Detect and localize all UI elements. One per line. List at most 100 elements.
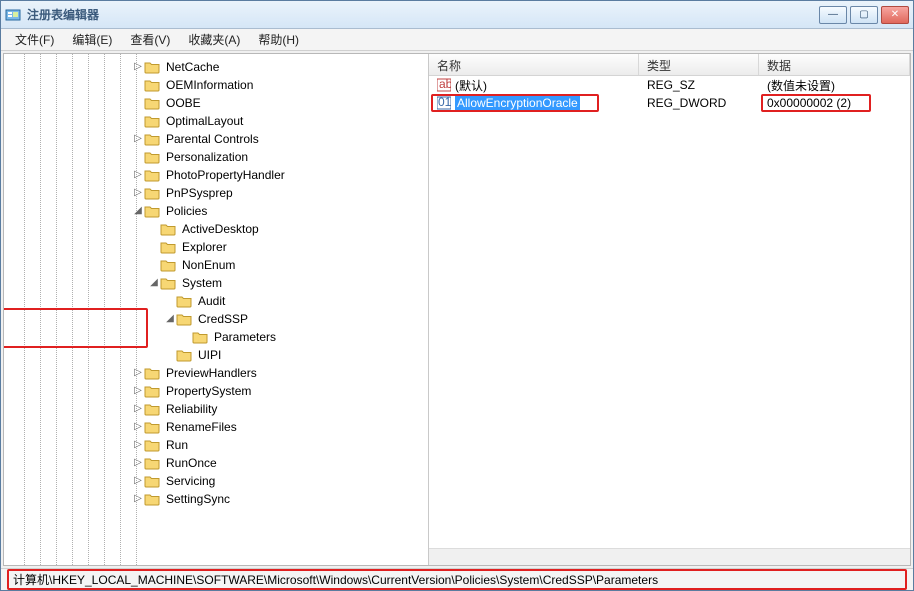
tree-node[interactable]: ▷ Parental Controls [4, 130, 428, 148]
tree-node[interactable]: ◢CredSSP [4, 310, 428, 328]
value-name: AllowEncryptionOracle [455, 96, 580, 110]
minimize-button[interactable]: — [819, 6, 847, 24]
tree-node[interactable]: ▷ Run [4, 436, 428, 454]
folder-icon [160, 276, 176, 290]
tree-label: Audit [196, 292, 227, 310]
tree-node[interactable]: OEMInformation [4, 76, 428, 94]
tree-label: OEMInformation [164, 76, 255, 94]
expand-icon[interactable]: ▷ [132, 364, 144, 382]
tree-node[interactable]: ▷NetCache [4, 58, 428, 76]
list-pane: 名称 类型 数据 (默认)REG_SZ(数值未设置)AllowEncryptio… [429, 54, 910, 565]
tree-node[interactable]: ▷ Servicing [4, 472, 428, 490]
folder-icon [144, 474, 160, 488]
tree-node[interactable]: ActiveDesktop [4, 220, 428, 238]
list-body[interactable]: (默认)REG_SZ(数值未设置)AllowEncryptionOracleRE… [429, 76, 910, 548]
tree-node[interactable]: ▷ Reliability [4, 400, 428, 418]
tree-node[interactable]: OOBE [4, 94, 428, 112]
menubar: 文件(F) 编辑(E) 查看(V) 收藏夹(A) 帮助(H) [1, 29, 913, 51]
folder-icon [144, 438, 160, 452]
tree-label: Run [164, 436, 190, 454]
col-header-data[interactable]: 数据 [759, 54, 910, 75]
tree-label: PhotoPropertyHandler [164, 166, 287, 184]
tree-node[interactable]: Personalization [4, 148, 428, 166]
client-area: ▷NetCacheOEMInformationOOBEOptimalLayout… [3, 53, 911, 566]
folder-icon [160, 240, 176, 254]
menu-edit[interactable]: 编辑(E) [64, 29, 120, 50]
expand-icon[interactable]: ◢ [132, 202, 144, 220]
tree-label: Personalization [164, 148, 250, 166]
titlebar[interactable]: 注册表编辑器 — ▢ ✕ [1, 1, 913, 29]
expand-icon[interactable]: ▷ [132, 472, 144, 490]
expand-icon[interactable]: ▷ [132, 490, 144, 508]
tree-label: RenameFiles [164, 418, 239, 436]
expand-icon[interactable]: ▷ [132, 382, 144, 400]
folder-icon [144, 366, 160, 380]
tree-node[interactable]: NonEnum [4, 256, 428, 274]
value-data: (数值未设置) [759, 77, 910, 94]
tree-node[interactable]: ▷ PropertySystem [4, 382, 428, 400]
horizontal-scrollbar[interactable] [429, 548, 910, 565]
highlight-value-data [761, 94, 871, 112]
tree-node[interactable]: Parameters [4, 328, 428, 346]
folder-icon [192, 330, 208, 344]
list-row[interactable]: AllowEncryptionOracleREG_DWORD0x00000002… [429, 94, 910, 112]
folder-icon [144, 150, 160, 164]
tree-label: Servicing [164, 472, 217, 490]
tree-node[interactable]: ◢ System [4, 274, 428, 292]
tree-label: OptimalLayout [164, 112, 245, 130]
status-path: 计算机\HKEY_LOCAL_MACHINE\SOFTWARE\Microsof… [7, 569, 907, 590]
menu-file[interactable]: 文件(F) [7, 29, 62, 50]
tree-node[interactable]: ◢ Policies [4, 202, 428, 220]
folder-icon [144, 456, 160, 470]
list-row[interactable]: (默认)REG_SZ(数值未设置) [429, 76, 910, 94]
tree-view[interactable]: ▷NetCacheOEMInformationOOBEOptimalLayout… [4, 54, 428, 565]
tree-node[interactable]: ▷RunOnce [4, 454, 428, 472]
tree-node[interactable]: ▷PreviewHandlers [4, 364, 428, 382]
folder-icon [144, 492, 160, 506]
dword-icon [437, 96, 451, 110]
expand-icon[interactable]: ◢ [164, 310, 176, 328]
value-data: 0x00000002 (2) [759, 96, 910, 110]
window-frame: 注册表编辑器 — ▢ ✕ 文件(F) 编辑(E) 查看(V) 收藏夹(A) 帮助… [0, 0, 914, 591]
tree-label: System [180, 274, 224, 292]
tree-label: OOBE [164, 94, 203, 112]
tree-label: PropertySystem [164, 382, 253, 400]
tree-node[interactable]: Explorer [4, 238, 428, 256]
folder-icon [144, 132, 160, 146]
tree-node[interactable]: ▷ RenameFiles [4, 418, 428, 436]
string-icon [437, 78, 451, 92]
folder-icon [144, 420, 160, 434]
tree-label: Reliability [164, 400, 219, 418]
close-button[interactable]: ✕ [881, 6, 909, 24]
expand-icon[interactable]: ▷ [132, 400, 144, 418]
tree-node[interactable]: ▷ SettingSync [4, 490, 428, 508]
tree-label: SettingSync [164, 490, 232, 508]
maximize-button[interactable]: ▢ [850, 6, 878, 24]
tree-pane: ▷NetCacheOEMInformationOOBEOptimalLayout… [4, 54, 429, 565]
col-header-name[interactable]: 名称 [429, 54, 639, 75]
tree-label: Policies [164, 202, 209, 220]
menu-help[interactable]: 帮助(H) [250, 29, 307, 50]
col-header-type[interactable]: 类型 [639, 54, 759, 75]
tree-node[interactable]: Audit [4, 292, 428, 310]
expand-icon[interactable]: ▷ [132, 418, 144, 436]
tree-label: PnPSysprep [164, 184, 235, 202]
expand-icon[interactable]: ▷ [132, 58, 144, 76]
menu-favorites[interactable]: 收藏夹(A) [180, 29, 248, 50]
list-header: 名称 类型 数据 [429, 54, 910, 76]
expand-icon[interactable]: ▷ [132, 436, 144, 454]
tree-node[interactable]: UIPI [4, 346, 428, 364]
expand-icon[interactable]: ▷ [132, 130, 144, 148]
tree-node[interactable]: ▷ PhotoPropertyHandler [4, 166, 428, 184]
tree-label: Parental Controls [164, 130, 261, 148]
folder-icon [144, 78, 160, 92]
tree-node[interactable]: OptimalLayout [4, 112, 428, 130]
expand-icon[interactable]: ▷ [132, 454, 144, 472]
menu-view[interactable]: 查看(V) [122, 29, 178, 50]
tree-node[interactable]: ▷ PnPSysprep [4, 184, 428, 202]
tree-label: NonEnum [180, 256, 237, 274]
expand-icon[interactable]: ▷ [132, 166, 144, 184]
expand-icon[interactable]: ◢ [148, 274, 160, 292]
folder-icon [144, 60, 160, 74]
expand-icon[interactable]: ▷ [132, 184, 144, 202]
